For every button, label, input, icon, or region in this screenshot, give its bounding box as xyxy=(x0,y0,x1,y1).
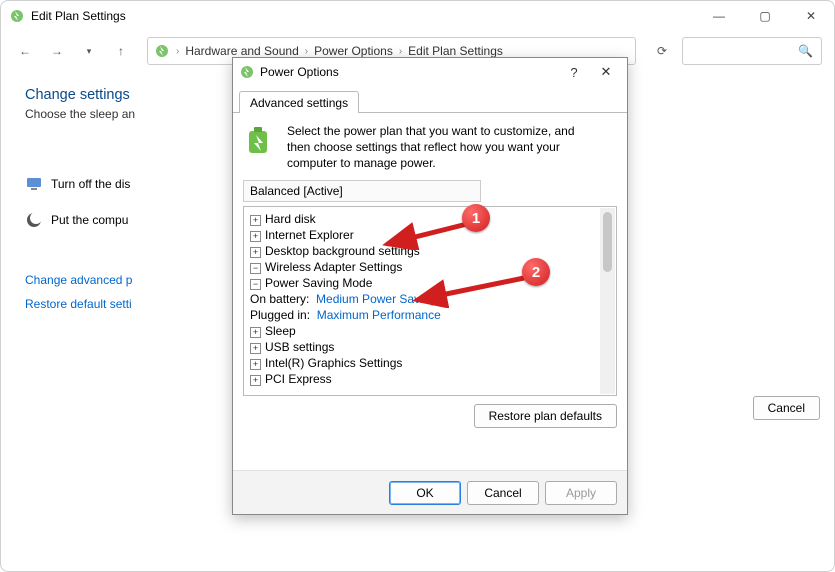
maximize-button[interactable]: ▢ xyxy=(742,1,788,31)
tree-item-usb[interactable]: +USB settings xyxy=(250,339,598,355)
turn-off-display-label: Turn off the dis xyxy=(51,177,130,191)
back-button[interactable]: ← xyxy=(13,39,37,63)
ok-button[interactable]: OK xyxy=(389,481,461,505)
tree-item-sleep[interactable]: +Sleep xyxy=(250,323,598,339)
collapse-icon[interactable]: − xyxy=(250,279,261,290)
display-icon xyxy=(25,175,43,193)
tree-scrollbar[interactable] xyxy=(600,208,615,394)
crumb-power-options[interactable]: Power Options xyxy=(314,44,393,58)
dialog-title: Power Options xyxy=(260,65,339,79)
crumb-hardware[interactable]: Hardware and Sound xyxy=(185,44,298,58)
tree-item-on-battery[interactable]: On battery: Medium Power Saving xyxy=(250,291,598,307)
refresh-button[interactable]: ⟳ xyxy=(650,39,674,63)
tree-item-intel-graphics[interactable]: +Intel(R) Graphics Settings xyxy=(250,355,598,371)
expand-icon[interactable]: + xyxy=(250,247,261,258)
settings-tree: +Hard disk +Internet Explorer +Desktop b… xyxy=(243,206,617,396)
up-button[interactable]: ↑ xyxy=(109,39,133,63)
tab-advanced-settings[interactable]: Advanced settings xyxy=(239,91,359,113)
crumb-edit-plan[interactable]: Edit Plan Settings xyxy=(408,44,503,58)
apply-button[interactable]: Apply xyxy=(545,481,617,505)
battery-icon xyxy=(243,123,279,159)
power-options-dialog: Power Options ? ✕ Advanced settings Sele… xyxy=(232,57,628,515)
intro-row: Select the power plan that you want to c… xyxy=(243,123,617,172)
tree-item-internet-explorer[interactable]: +Internet Explorer xyxy=(250,227,598,243)
annotation-badge-2: 2 xyxy=(522,258,550,286)
recent-button[interactable]: ▾ xyxy=(77,39,101,63)
sleep-label: Put the compu xyxy=(51,213,128,227)
search-box[interactable]: 🔍 xyxy=(682,37,822,65)
restore-plan-defaults-button[interactable]: Restore plan defaults xyxy=(474,404,617,428)
chevron-right-icon: › xyxy=(305,46,308,57)
moon-icon xyxy=(25,211,43,229)
power-plan-icon xyxy=(9,8,25,24)
power-plan-icon xyxy=(239,64,255,80)
dialog-tabs: Advanced settings xyxy=(233,86,627,112)
tree-item-desktop-background[interactable]: +Desktop background settings xyxy=(250,243,598,259)
main-cancel-button[interactable]: Cancel xyxy=(753,396,820,420)
intro-text: Select the power plan that you want to c… xyxy=(287,123,577,172)
forward-button[interactable]: → xyxy=(45,39,69,63)
main-footer-buttons: Cancel xyxy=(753,396,820,420)
search-icon: 🔍 xyxy=(798,44,813,58)
tree-item-plugged-in[interactable]: Plugged in: Maximum Performance xyxy=(250,307,598,323)
window-title: Edit Plan Settings xyxy=(31,9,126,23)
on-battery-value[interactable]: Medium Power Saving xyxy=(316,292,436,306)
chevron-right-icon: › xyxy=(176,46,179,57)
expand-icon[interactable]: + xyxy=(250,343,261,354)
advanced-settings-panel: Select the power plan that you want to c… xyxy=(233,112,627,470)
tree-item-pci-express[interactable]: +PCI Express xyxy=(250,371,598,387)
expand-icon[interactable]: + xyxy=(250,375,261,386)
expand-icon[interactable]: + xyxy=(250,231,261,242)
plugged-in-value[interactable]: Maximum Performance xyxy=(317,308,441,322)
scrollbar-thumb[interactable] xyxy=(603,212,612,272)
plan-select[interactable]: Balanced [Active] xyxy=(243,180,481,202)
dialog-titlebar: Power Options ? ✕ xyxy=(233,58,627,86)
dialog-footer: OK Cancel Apply xyxy=(233,470,627,514)
tree-item-hard-disk[interactable]: +Hard disk xyxy=(250,211,598,227)
chevron-right-icon: › xyxy=(399,46,402,57)
titlebar: Edit Plan Settings — ▢ ✕ xyxy=(1,1,834,31)
expand-icon[interactable]: + xyxy=(250,327,261,338)
power-plan-icon xyxy=(154,43,170,59)
expand-icon[interactable]: + xyxy=(250,215,261,226)
cancel-button[interactable]: Cancel xyxy=(467,481,539,505)
plan-select-value: Balanced [Active] xyxy=(250,184,343,198)
close-button[interactable]: ✕ xyxy=(788,1,834,31)
expand-icon[interactable]: + xyxy=(250,359,261,370)
minimize-button[interactable]: — xyxy=(696,1,742,31)
dialog-close-button[interactable]: ✕ xyxy=(591,59,621,85)
collapse-icon[interactable]: − xyxy=(250,263,261,274)
annotation-badge-1: 1 xyxy=(462,204,490,232)
dialog-help-button[interactable]: ? xyxy=(559,59,589,85)
